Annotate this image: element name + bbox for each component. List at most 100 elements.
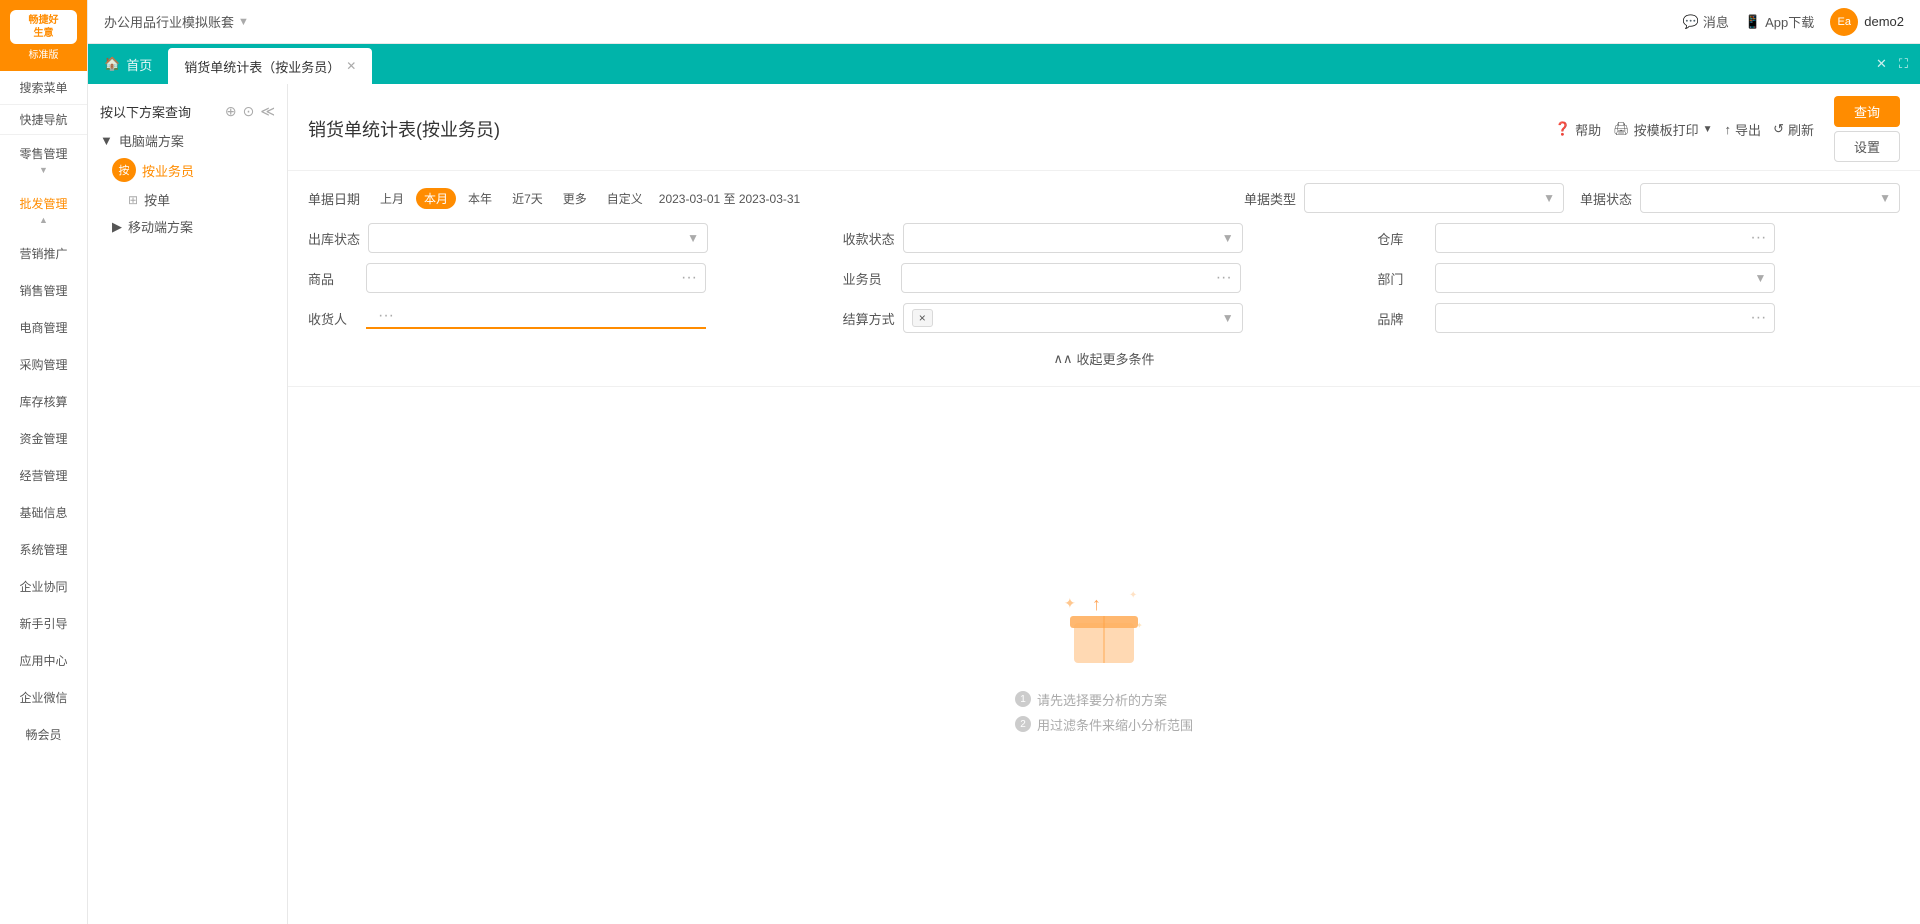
empty-illustration: ✦ ✦ ✦ ↑	[1054, 578, 1154, 678]
salesperson-select[interactable]: ···	[901, 263, 1241, 293]
chevron-down-icon: ▼	[1222, 311, 1234, 325]
chevron-down-icon: ▼	[238, 16, 249, 28]
filter-row-4: 收货人 ··· 结算方式 × ▼	[308, 303, 1900, 333]
date-tab-custom[interactable]: 自定义	[599, 188, 651, 209]
sidebar-item-wholesale[interactable]: 批发管理 ▲	[0, 185, 87, 235]
settlement-label: 结算方式	[843, 309, 895, 328]
search-menu[interactable]: 搜索菜单	[0, 71, 87, 105]
settings-button[interactable]: 设置	[1834, 131, 1900, 162]
chevron-up-icon: ▲	[39, 215, 48, 225]
collapse-panel-button[interactable]: ≪	[260, 103, 275, 120]
sidebar-item-appcenter[interactable]: 应用中心	[0, 642, 87, 679]
chevron-down-icon: ▼	[1543, 191, 1555, 205]
query-button[interactable]: 查询	[1834, 96, 1900, 127]
tab-sales-stat[interactable]: 销货单统计表（按业务员） ✕	[168, 48, 372, 84]
out-status-label: 出库状态	[308, 229, 360, 248]
right-panel: 销货单统计表(按业务员) ❓ 帮助 🖨 按模板打印 ▼ ↑ 导出	[288, 84, 1920, 924]
date-tab-lastmonth[interactable]: 上月	[372, 188, 412, 209]
filter-row-3: 商品 ··· 业务员 ··· 部门	[308, 263, 1900, 293]
receipt-status-select[interactable]: ▼	[903, 223, 1243, 253]
topbar: 办公用品行业模拟账套 ▼ 💬 消息 📱 App下载 Ea demo2	[88, 0, 1920, 44]
tab-home[interactable]: 🏠 首页	[88, 44, 168, 84]
salesperson-label: 业务员	[843, 269, 893, 288]
tree-item-by-salesperson[interactable]: 按 按业务员	[88, 154, 287, 186]
print-button[interactable]: 🖨 按模板打印 ▼	[1613, 120, 1712, 139]
empty-state: ✦ ✦ ✦ ↑ 1 请先选择要分析的方案 2 用过滤条件来缩小分析范围	[288, 387, 1920, 924]
arrow-down-icon: ▼	[100, 133, 113, 148]
home-icon: 🏠	[104, 56, 120, 72]
doc-status-label: 单据状态	[1580, 189, 1632, 208]
tree-mobile[interactable]: ▶ 移动端方案	[88, 213, 287, 240]
maximise-icon[interactable]: ⛶	[1899, 56, 1908, 72]
account-dropdown[interactable]: 办公用品行业模拟账套 ▼	[104, 12, 249, 31]
filter-row-1: 单据日期 上月 本月 本年 近7天 更多 自定义 2023-03-01 至 20…	[308, 183, 1900, 213]
chevron-down-icon: ▼	[1754, 271, 1766, 285]
hint-item-2: 2 用过滤条件来缩小分析范围	[1015, 715, 1193, 734]
logo-inner: 畅捷好生意	[10, 10, 77, 44]
date-tab-7days[interactable]: 近7天	[504, 188, 551, 209]
date-tab-thismonth[interactable]: 本月	[416, 188, 456, 209]
page-header: 销货单统计表(按业务员) ❓ 帮助 🖨 按模板打印 ▼ ↑ 导出	[288, 84, 1920, 171]
refresh-icon: ↺	[1773, 121, 1784, 137]
sidebar-item-ecommerce[interactable]: 电商管理	[0, 309, 87, 346]
collapse-button[interactable]: ∧∧ 收起更多条件	[308, 343, 1900, 374]
date-tab-thisyear[interactable]: 本年	[460, 188, 500, 209]
sidebar-item-member[interactable]: 畅会员	[0, 716, 87, 753]
add-scheme-button[interactable]: ⊕	[225, 103, 237, 120]
sidebar-item-newbie[interactable]: 新手引导	[0, 605, 87, 642]
page-actions: ❓ 帮助 🖨 按模板打印 ▼ ↑ 导出 ↺ 刷新	[1555, 96, 1900, 162]
dept-select[interactable]: ▼	[1435, 263, 1775, 293]
edit-scheme-button[interactable]: ⊙	[243, 103, 255, 120]
dots-icon: ···	[1750, 229, 1766, 247]
date-tab-more[interactable]: 更多	[555, 188, 595, 209]
date-tabs: 上月 本月 本年 近7天 更多 自定义 2023-03-01 至 2023-03…	[372, 188, 800, 209]
chevron-down-icon: ▼	[1222, 231, 1234, 245]
receiver-label: 收货人	[308, 309, 358, 328]
warehouse-select[interactable]: ···	[1435, 223, 1775, 253]
refresh-button[interactable]: ↺ 刷新	[1773, 120, 1814, 139]
chevron-down-icon: ▼	[1703, 124, 1713, 135]
doc-type-label: 单据类型	[1244, 189, 1296, 208]
goods-select[interactable]: ···	[366, 263, 706, 293]
topbar-right: 💬 消息 📱 App下载 Ea demo2	[1683, 8, 1904, 36]
content: 按以下方案查询 ⊕ ⊙ ≪ ▼ 电脑端方案 按 按业务员 ⊞ 按单 ▶	[88, 84, 1920, 924]
doc-status-select[interactable]: ▼	[1640, 183, 1900, 213]
settlement-select[interactable]: × ▼	[903, 303, 1243, 333]
sidebar-item-finance[interactable]: 资金管理	[0, 420, 87, 457]
sidebar-item-sales[interactable]: 销售管理	[0, 272, 87, 309]
tree-item-by-order[interactable]: ⊞ 按单	[88, 186, 287, 213]
sidebar-item-inventory[interactable]: 库存核算	[0, 383, 87, 420]
x-tag[interactable]: ×	[912, 309, 933, 327]
app-download-button[interactable]: 📱 App下载	[1745, 12, 1814, 31]
left-panel-title: 按以下方案查询 ⊕ ⊙ ≪	[88, 96, 287, 127]
sidebar-item-purchase[interactable]: 采购管理	[0, 346, 87, 383]
sidebar-item-marketing[interactable]: 营销推广	[0, 235, 87, 272]
filter-area: 单据日期 上月 本月 本年 近7天 更多 自定义 2023-03-01 至 20…	[288, 171, 1920, 387]
tabbar: 🏠 首页 销货单统计表（按业务员） ✕ ✕ ⛶	[88, 44, 1920, 84]
sidebar-item-retail[interactable]: 零售管理 ▼	[0, 135, 87, 185]
receiver-input-wrap[interactable]: ···	[366, 307, 706, 329]
brand-select[interactable]: ···	[1435, 303, 1775, 333]
export-button[interactable]: ↑ 导出	[1725, 120, 1762, 139]
sidebar-item-system[interactable]: 系统管理	[0, 531, 87, 568]
sidebar-item-operations[interactable]: 经营管理	[0, 457, 87, 494]
sidebar-item-collab[interactable]: 企业协同	[0, 568, 87, 605]
close-icon[interactable]: ✕	[346, 59, 356, 73]
tree-desktop[interactable]: ▼ 电脑端方案	[88, 127, 287, 154]
sidebar-item-basic[interactable]: 基础信息	[0, 494, 87, 531]
dept-label: 部门	[1377, 269, 1427, 288]
date-label: 单据日期	[308, 189, 360, 208]
left-panel-actions: ⊕ ⊙ ≪	[225, 103, 275, 120]
help-button[interactable]: ❓ 帮助	[1555, 120, 1601, 139]
user-avatar[interactable]: Ea demo2	[1830, 8, 1904, 36]
message-button[interactable]: 💬 消息	[1683, 12, 1729, 31]
out-status-select[interactable]: ▼	[368, 223, 708, 253]
sidebar-logo: 畅捷好生意 标准版	[0, 0, 87, 71]
shortcut-nav[interactable]: 快捷导航	[0, 105, 87, 135]
empty-svg: ✦ ✦ ✦ ↑	[1054, 578, 1154, 678]
close-window-icon[interactable]: ✕	[1876, 56, 1887, 72]
doc-type-select[interactable]: ▼	[1304, 183, 1564, 213]
sidebar-item-wechat[interactable]: 企业微信	[0, 679, 87, 716]
goods-label: 商品	[308, 269, 358, 288]
empty-hint: 1 请先选择要分析的方案 2 用过滤条件来缩小分析范围	[1015, 690, 1193, 734]
